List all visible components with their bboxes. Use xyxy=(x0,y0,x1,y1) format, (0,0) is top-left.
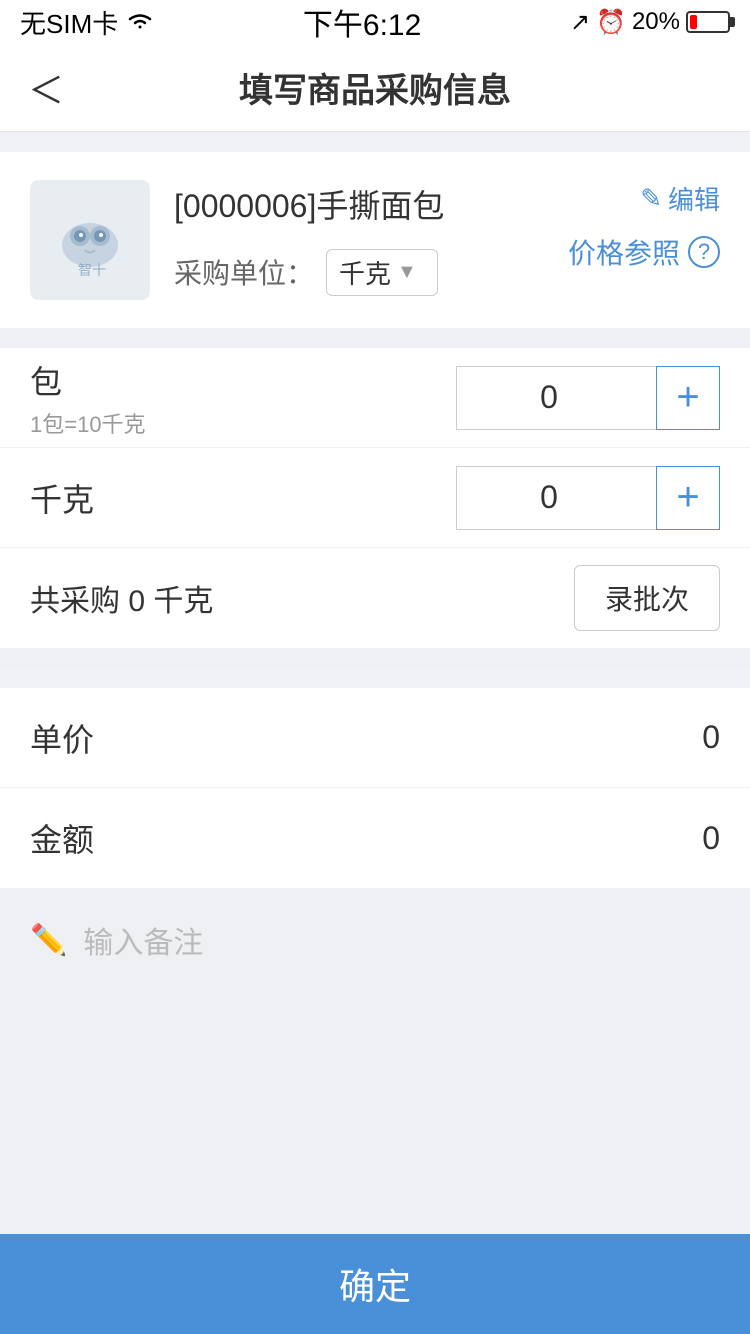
pack-input-row: 包 1包=10千克 + xyxy=(0,348,750,448)
total-label: 共采购 0 千克 xyxy=(30,576,213,620)
unit-label: 采购单位： xyxy=(174,252,314,292)
note-section[interactable]: ✏️ 输入备注 xyxy=(0,888,750,992)
pack-label-text: 包 xyxy=(30,357,146,403)
edit-button[interactable]: ✎ 编辑 xyxy=(640,180,720,217)
pack-label-sub: 1包=10千克 xyxy=(30,407,146,439)
unit-price-label: 单价 xyxy=(30,715,94,761)
status-bar: 无SIM卡 下午6:12 ↗ ⏰ 20% xyxy=(0,0,750,44)
unit-select-arrow: ▼ xyxy=(397,261,417,284)
unit-select[interactable]: 千克 ▼ xyxy=(326,249,438,296)
product-card: 智十 [0000006]手撕面包 采购单位： 千克 ▼ ✎ 编辑 价格参照 ? xyxy=(0,152,750,328)
back-button[interactable]: ＜ xyxy=(28,62,64,114)
page-title: 填写商品采购信息 xyxy=(239,63,511,112)
battery-icon xyxy=(686,11,730,33)
amount-row: 金额 0 xyxy=(0,788,750,888)
status-left: 无SIM卡 xyxy=(20,4,154,41)
status-time: 下午6:12 xyxy=(303,0,421,44)
pack-input-right: + xyxy=(456,366,720,430)
edit-label: 编辑 xyxy=(668,180,720,217)
svg-text:智十: 智十 xyxy=(78,262,106,278)
wifi-icon xyxy=(126,7,154,38)
alarm-icon: ⏰ xyxy=(596,8,626,37)
kg-input-row: 千克 + xyxy=(0,448,750,548)
carrier-text: 无SIM卡 xyxy=(20,4,118,41)
battery-text: 20% xyxy=(632,8,680,36)
section-divider-2 xyxy=(0,648,750,668)
location-icon: ↗ xyxy=(570,8,590,37)
help-icon: ? xyxy=(688,236,720,268)
note-icon: ✏️ xyxy=(30,923,67,958)
section-divider-1 xyxy=(0,328,750,348)
amount-value: 0 xyxy=(702,820,720,857)
edit-icon: ✎ xyxy=(640,183,662,214)
price-ref-button[interactable]: 价格参照 ? xyxy=(568,232,720,272)
status-right: ↗ ⏰ 20% xyxy=(570,8,730,37)
pack-quantity-input[interactable] xyxy=(456,366,656,430)
pack-label: 包 1包=10千克 xyxy=(30,357,146,439)
kg-label-text: 千克 xyxy=(30,475,94,521)
kg-input-right: + xyxy=(456,466,720,530)
unit-price-value: 0 xyxy=(702,719,720,756)
unit-price-row: 单价 0 xyxy=(0,688,750,788)
kg-plus-button[interactable]: + xyxy=(656,466,720,530)
unit-value: 千克 xyxy=(339,254,391,291)
note-placeholder: 输入备注 xyxy=(83,918,203,962)
batch-button[interactable]: 录批次 xyxy=(574,565,720,631)
kg-label: 千克 xyxy=(30,475,94,521)
input-section: 包 1包=10千克 + 千克 + xyxy=(0,348,750,548)
amount-label: 金额 xyxy=(30,815,94,861)
kg-quantity-input[interactable] xyxy=(456,466,656,530)
product-name: [0000006]手撕面包 xyxy=(174,184,720,229)
nav-bar: ＜ 填写商品采购信息 xyxy=(0,44,750,132)
product-image: 智十 xyxy=(30,180,150,300)
price-ref-label: 价格参照 xyxy=(568,232,680,272)
total-row: 共采购 0 千克 录批次 xyxy=(0,548,750,648)
pack-plus-button[interactable]: + xyxy=(656,366,720,430)
price-section: 单价 0 金额 0 xyxy=(0,688,750,888)
confirm-button[interactable]: 确定 xyxy=(0,1234,750,1334)
